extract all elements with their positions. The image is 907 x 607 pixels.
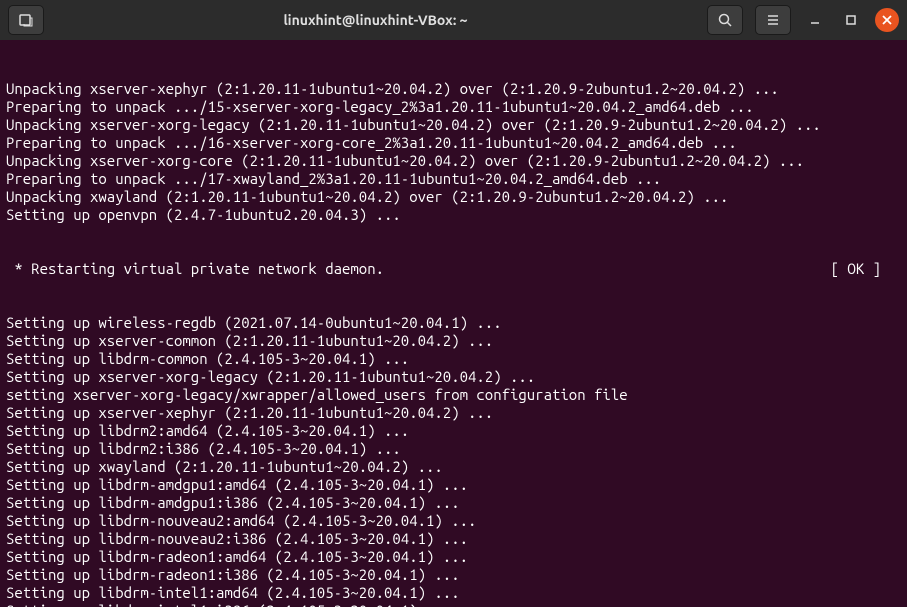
terminal-line: Preparing to unpack .../15-xserver-xorg-… <box>6 98 901 116</box>
terminal-line: Setting up wireless-regdb (2021.07.14-0u… <box>6 314 901 332</box>
maximize-icon <box>843 12 859 28</box>
terminal-line: Unpacking xserver-xorg-legacy (2:1.20.11… <box>6 116 901 134</box>
terminal-line: Setting up libdrm-radeon1:amd64 (2.4.105… <box>6 548 901 566</box>
terminal-line: Setting up libdrm-intel1:i386 (2.4.105-3… <box>6 602 901 607</box>
close-button[interactable] <box>875 8 899 32</box>
terminal-line: setting xserver-xorg-legacy/xwrapper/all… <box>6 386 901 404</box>
terminal-line: Preparing to unpack .../17-xwayland_2%3a… <box>6 170 901 188</box>
terminal-output[interactable]: Unpacking xserver-xephyr (2:1.20.11-1ubu… <box>0 40 907 607</box>
minimize-icon <box>807 12 823 28</box>
terminal-line: Setting up libdrm-radeon1:i386 (2.4.105-… <box>6 566 901 584</box>
menu-button[interactable] <box>755 5 791 35</box>
status-ok: [ OK ] <box>831 260 901 278</box>
titlebar-right <box>707 5 899 35</box>
hamburger-icon <box>765 12 781 28</box>
terminal-line: Setting up libdrm2:i386 (2.4.105-3~20.04… <box>6 440 901 458</box>
window-titlebar: linuxhint@linuxhint-VBox: ~ <box>0 0 907 40</box>
terminal-line: Setting up libdrm-amdgpu1:amd64 (2.4.105… <box>6 476 901 494</box>
terminal-line: Setting up libdrm-amdgpu1:i386 (2.4.105-… <box>6 494 901 512</box>
close-icon <box>879 12 895 28</box>
new-tab-button[interactable] <box>8 5 44 35</box>
window-title: linuxhint@linuxhint-VBox: ~ <box>52 12 699 28</box>
terminal-line: Setting up openvpn (2.4.7-1ubuntu2.20.04… <box>6 206 901 224</box>
titlebar-left <box>8 5 44 35</box>
terminal-line: Setting up libdrm-nouveau2:i386 (2.4.105… <box>6 530 901 548</box>
terminal-line: Setting up xserver-xephyr (2:1.20.11-1ub… <box>6 404 901 422</box>
status-message: * Restarting virtual private network dae… <box>6 260 831 278</box>
terminal-line: Setting up libdrm-nouveau2:amd64 (2.4.10… <box>6 512 901 530</box>
status-line: * Restarting virtual private network dae… <box>6 260 901 278</box>
maximize-button[interactable] <box>839 8 863 32</box>
new-tab-icon <box>18 12 34 28</box>
terminal-line: Preparing to unpack .../16-xserver-xorg-… <box>6 134 901 152</box>
terminal-line: Setting up xserver-common (2:1.20.11-1ub… <box>6 332 901 350</box>
terminal-line: Unpacking xserver-xorg-core (2:1.20.11-1… <box>6 152 901 170</box>
search-button[interactable] <box>707 5 743 35</box>
terminal-line: Setting up libdrm2:amd64 (2.4.105-3~20.0… <box>6 422 901 440</box>
terminal-line: Unpacking xserver-xephyr (2:1.20.11-1ubu… <box>6 80 901 98</box>
terminal-line: Setting up libdrm-common (2.4.105-3~20.0… <box>6 350 901 368</box>
search-icon <box>717 12 733 28</box>
terminal-line: Setting up libdrm-intel1:amd64 (2.4.105-… <box>6 584 901 602</box>
terminal-line: Setting up xwayland (2:1.20.11-1ubuntu1~… <box>6 458 901 476</box>
minimize-button[interactable] <box>803 8 827 32</box>
terminal-line: Unpacking xwayland (2:1.20.11-1ubuntu1~2… <box>6 188 901 206</box>
terminal-line: Setting up xserver-xorg-legacy (2:1.20.1… <box>6 368 901 386</box>
